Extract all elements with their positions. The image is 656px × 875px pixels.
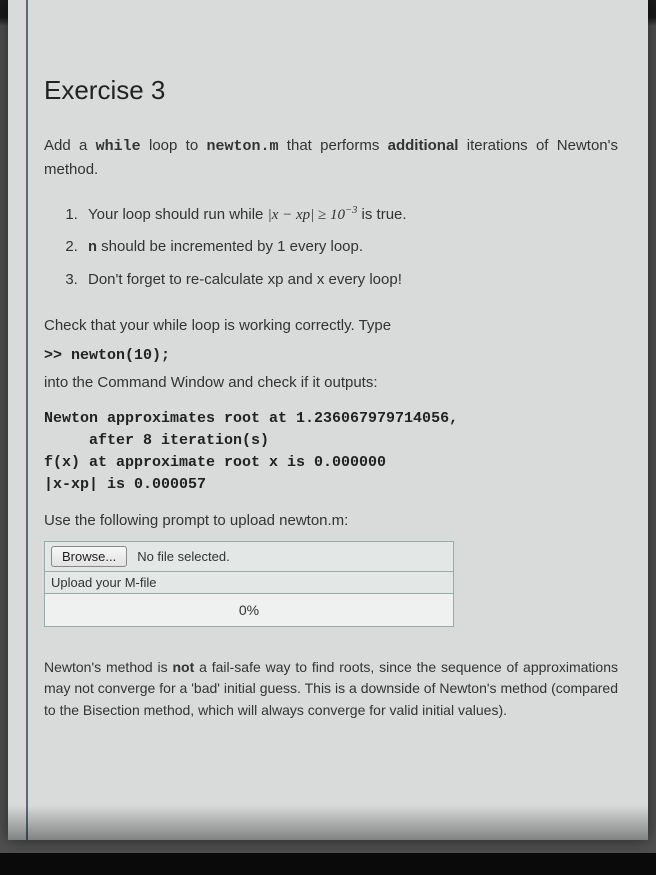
li-text: is true. <box>357 206 406 223</box>
upload-prompt-text: Use the following prompt to upload newto… <box>44 509 618 532</box>
list-item: Don't forget to re-calculate xp and x ev… <box>82 267 618 293</box>
var-xp: xp <box>296 207 310 223</box>
upload-progress: 0% <box>44 593 454 627</box>
footnote-paragraph: Newton's method is not a fail-safe way t… <box>44 657 618 722</box>
list-item: n should be incremented by 1 every loop. <box>82 234 618 261</box>
command-example: >> newton(10); <box>44 345 618 367</box>
geq: ≥ 10 <box>314 207 345 223</box>
intro-paragraph: Add a while loop to newton.m that perfor… <box>44 134 618 182</box>
upload-widget: Browse... No file selected. Upload your … <box>44 541 618 627</box>
footnote-text: Newton's method is <box>44 659 172 675</box>
emphasis-additional: additional <box>388 137 459 154</box>
while-keyword: while <box>96 138 141 155</box>
document-page: Exercise 3 Add a while loop to newton.m … <box>8 0 648 840</box>
browse-button[interactable]: Browse... <box>51 546 127 567</box>
bottom-bar <box>0 853 656 875</box>
file-select-row: Browse... No file selected. <box>44 541 454 571</box>
var-n: n <box>88 239 97 256</box>
emphasis-not: not <box>172 659 194 675</box>
filename: newton.m <box>206 138 278 155</box>
math-expr: |x − xp| ≥ 10−3 <box>268 207 358 223</box>
minus: − <box>278 207 296 223</box>
expected-output: Newton approximates root at 1.2360679797… <box>44 408 618 495</box>
instruction-list: Your loop should run while |x − xp| ≥ 10… <box>82 202 618 293</box>
li-text: Your loop should run while <box>88 206 268 223</box>
li-text: should be incremented by 1 every loop. <box>97 238 363 255</box>
intro-text: loop to <box>141 137 207 154</box>
content-column: Exercise 3 Add a while loop to newton.m … <box>26 0 648 840</box>
file-status: No file selected. <box>137 549 230 564</box>
intro-text: that performs <box>279 137 388 154</box>
check-instruction: Check that your while loop is working co… <box>44 314 618 337</box>
exercise-heading: Exercise 3 <box>44 75 618 106</box>
list-item: Your loop should run while |x − xp| ≥ 10… <box>82 202 618 229</box>
upload-caption: Upload your M-file <box>44 571 454 593</box>
intro-text: Add a <box>44 137 96 154</box>
check-post: into the Command Window and check if it … <box>44 371 618 394</box>
exponent: −3 <box>345 205 357 216</box>
